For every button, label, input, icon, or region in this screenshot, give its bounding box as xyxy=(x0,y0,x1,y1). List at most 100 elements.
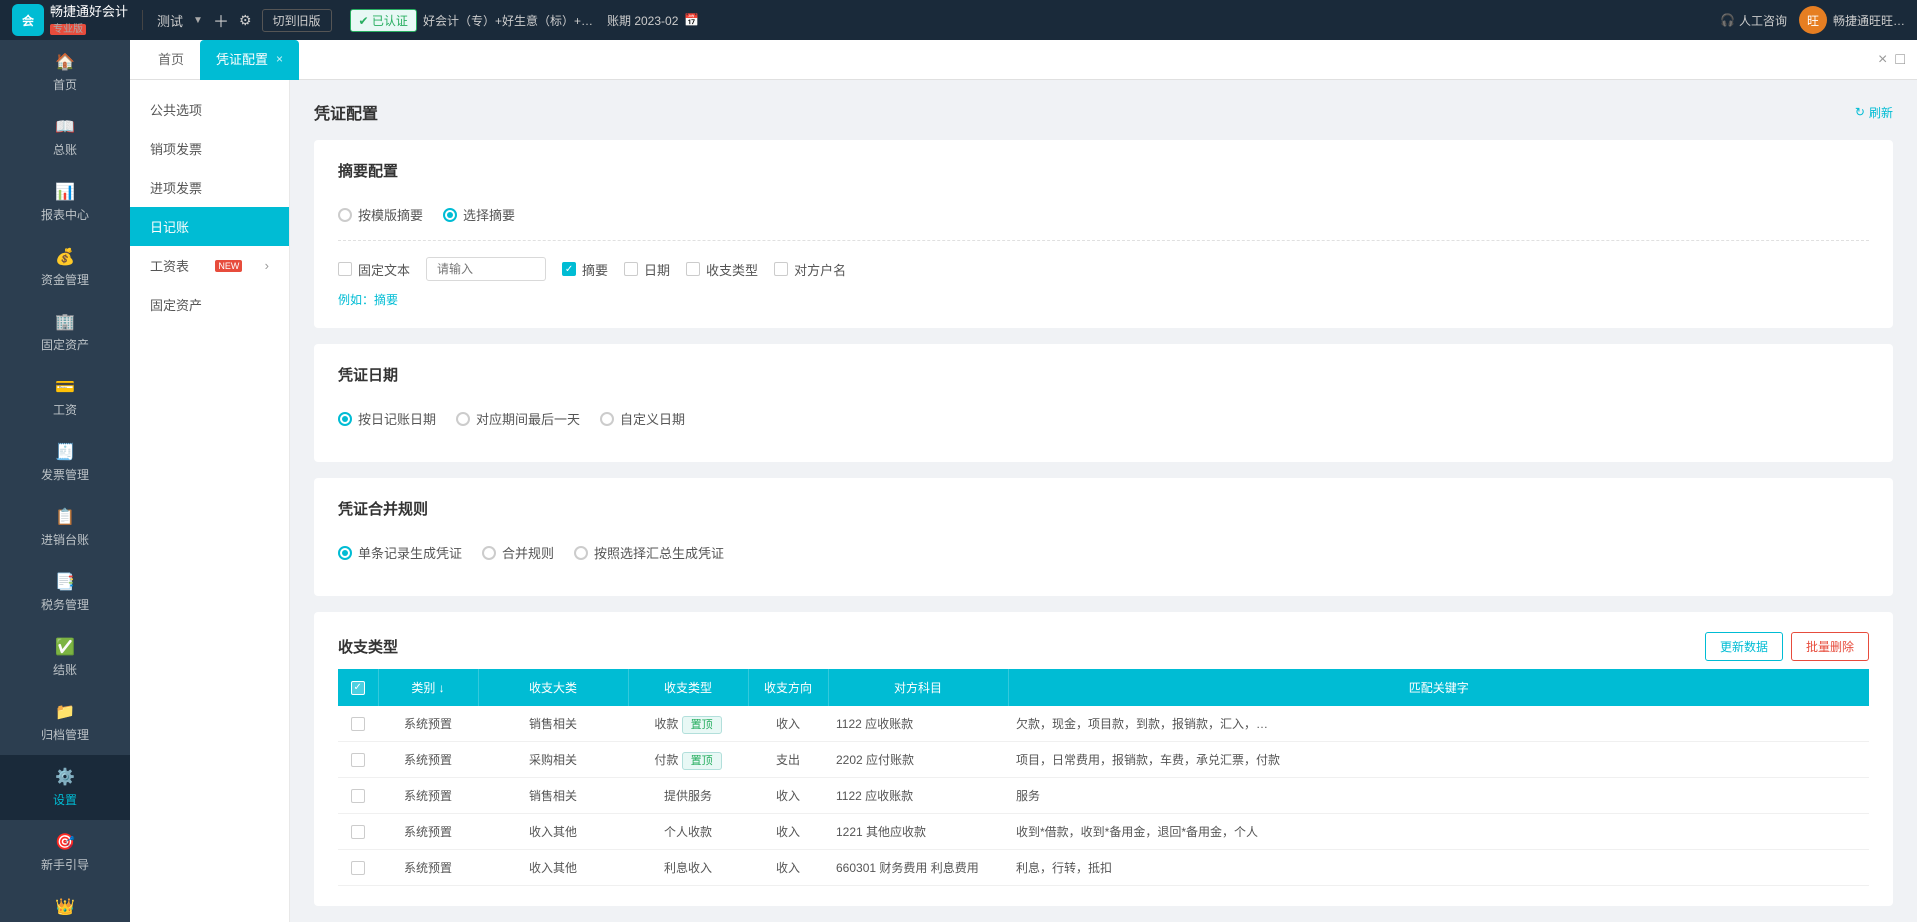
th-select-all[interactable]: ✓ xyxy=(338,669,378,706)
checkbox-box-date xyxy=(624,262,638,276)
radio-circle xyxy=(338,208,352,222)
radio-circle-checked xyxy=(443,208,457,222)
sidebar-item-settings[interactable]: ⚙️ 设置 xyxy=(0,755,130,820)
checkbox-fixed-text[interactable]: 固定文本 xyxy=(338,260,410,279)
tab-close-icon[interactable]: × xyxy=(276,52,283,66)
radio-circle-merge xyxy=(482,546,496,560)
row-main-type-1: 采购相关 xyxy=(478,742,628,778)
clipboard-icon: 📋 xyxy=(55,507,75,527)
row-main-type-4: 收入其他 xyxy=(478,850,628,886)
row-main-type-0: 销售相关 xyxy=(478,706,628,742)
row-checkbox-1[interactable] xyxy=(338,742,378,778)
left-nav: 公共选项 销项发票 进项发票 日记账 工资表 NEW › 固定资产 xyxy=(130,80,290,922)
sidebar-item-salary[interactable]: 💳 工资 xyxy=(0,365,130,430)
tab-voucher-config[interactable]: 凭证配置 × xyxy=(200,40,299,80)
building-icon: 🏢 xyxy=(55,312,75,332)
topbar-right: 🎧 人工咨询 旺 畅捷通旺旺… xyxy=(1720,6,1905,34)
reset-tag-1[interactable]: 置顶 xyxy=(682,752,722,770)
sidebar-item-home[interactable]: 🏠 首页 xyxy=(0,40,130,105)
checkbox-4[interactable] xyxy=(351,861,365,875)
sidebar-item-guide[interactable]: 🎯 新手引导 xyxy=(0,820,130,885)
row-direction-4: 收入 xyxy=(748,850,828,886)
sidebar-item-ledger[interactable]: 📖 总账 xyxy=(0,105,130,170)
refresh-button[interactable]: ↻ 刷新 xyxy=(1855,104,1893,121)
calendar-icon[interactable]: 📅 xyxy=(684,13,699,27)
checkbox-income-type[interactable]: 收支类型 xyxy=(686,260,758,279)
row-category-0: 系统预置 xyxy=(378,706,478,742)
table-header-row: 收支类型 更新数据 批量删除 xyxy=(338,632,1869,661)
select-all-checkbox[interactable]: ✓ xyxy=(351,681,365,695)
sidebar-item-assets[interactable]: 🏢 固定资产 xyxy=(0,300,130,365)
checkbox-summary[interactable]: ✓ 摘要 xyxy=(562,260,608,279)
sidebar-item-purchase[interactable]: 📋 进销台账 xyxy=(0,495,130,560)
radio-period-last-day[interactable]: 对应期间最后一天 xyxy=(456,409,580,428)
checkbox-row: 固定文本 ✓ 摘要 日期 收支类型 xyxy=(338,257,1869,281)
left-nav-item-sales-invoice[interactable]: 销项发票 xyxy=(130,129,289,168)
page-content: 公共选项 销项发票 进项发票 日记账 工资表 NEW › 固定资产 xyxy=(130,80,1917,922)
left-nav-item-payroll[interactable]: 工资表 NEW › xyxy=(130,246,289,285)
checkbox-2[interactable] xyxy=(351,789,365,803)
tab-home[interactable]: 首页 xyxy=(142,40,200,80)
checkbox-date[interactable]: 日期 xyxy=(624,260,670,279)
radio-merge-rule[interactable]: 合并规则 xyxy=(482,543,554,562)
table-row: 系统预置 采购相关 付款 置顶 支出 2202 应付账款 项目，日常费用，报销款… xyxy=(338,742,1869,778)
dropdown-icon[interactable]: ▼ xyxy=(193,15,203,26)
checkbox-0[interactable] xyxy=(351,717,365,731)
radio-template-summary[interactable]: 按模版摘要 xyxy=(338,205,423,224)
help-button[interactable]: 🎧 人工咨询 xyxy=(1720,12,1787,29)
table-row: 系统预置 收入其他 利息收入 收入 660301 财务费用 利息费用 利息，行转… xyxy=(338,850,1869,886)
checkbox-counterpart[interactable]: 对方户名 xyxy=(774,260,846,279)
row-direction-2: 收入 xyxy=(748,778,828,814)
card-icon: 💳 xyxy=(55,377,75,397)
merge-rules-radio-group: 单条记录生成凭证 合并规则 按照选择汇总生成凭证 xyxy=(338,543,1869,562)
sidebar-item-finance[interactable]: 💰 资金管理 xyxy=(0,235,130,300)
left-nav-item-journal[interactable]: 日记账 xyxy=(130,207,289,246)
radio-aggregate[interactable]: 按照选择汇总生成凭证 xyxy=(574,543,724,562)
left-nav-item-public[interactable]: 公共选项 xyxy=(130,90,289,129)
row-main-type-2: 销售相关 xyxy=(478,778,628,814)
user-area: 旺 畅捷通旺旺… xyxy=(1799,6,1905,34)
radio-journal-date[interactable]: 按日记账日期 xyxy=(338,409,436,428)
radio-single-record[interactable]: 单条记录生成凭证 xyxy=(338,543,462,562)
row-account-3: 1221 其他应收款 xyxy=(828,814,1008,850)
checkbox-box-counterpart xyxy=(774,262,788,276)
row-direction-3: 收入 xyxy=(748,814,828,850)
switch-version-button[interactable]: 切到旧版 xyxy=(262,9,332,32)
update-data-button[interactable]: 更新数据 xyxy=(1705,632,1783,661)
chart-icon: 📊 xyxy=(55,182,75,202)
settings-icon[interactable]: ⚙ xyxy=(239,12,252,29)
row-checkbox-4[interactable] xyxy=(338,850,378,886)
row-keywords-0: 欠款，现金，项目款，到款，报销款，汇入，… xyxy=(1008,706,1869,742)
radio-custom-date[interactable]: 自定义日期 xyxy=(600,409,685,428)
page-header: 凭证配置 ↻ 刷新 xyxy=(314,100,1893,124)
add-icon[interactable]: ＋ xyxy=(213,8,229,32)
row-checkbox-2[interactable] xyxy=(338,778,378,814)
logo: 会 畅捷通好会计 专业版 xyxy=(12,4,128,36)
minimize-button[interactable]: × xyxy=(1878,51,1887,69)
reset-tag-0[interactable]: 置顶 xyxy=(682,716,722,734)
sidebar-item-vip[interactable]: 👑 畅会员 xyxy=(0,885,130,922)
page-title: 凭证配置 xyxy=(314,100,378,124)
sidebar-item-invoice[interactable]: 🧾 发票管理 xyxy=(0,430,130,495)
radio-select-summary[interactable]: 选择摘要 xyxy=(443,205,515,224)
sidebar-item-reports[interactable]: 📊 报表中心 xyxy=(0,170,130,235)
product-tags: 好会计（专）+好生意（标）+… xyxy=(423,12,593,29)
row-checkbox-0[interactable] xyxy=(338,706,378,742)
fixed-text-input[interactable] xyxy=(426,257,546,281)
avatar: 旺 xyxy=(1799,6,1827,34)
row-checkbox-3[interactable] xyxy=(338,814,378,850)
left-nav-item-fixed-assets[interactable]: 固定资产 xyxy=(130,285,289,324)
sidebar-item-archive[interactable]: 📁 归档管理 xyxy=(0,690,130,755)
checkbox-1[interactable] xyxy=(351,753,365,767)
row-account-0: 1122 应收账款 xyxy=(828,706,1008,742)
tax-icon: 📑 xyxy=(55,572,75,592)
sidebar-item-tax[interactable]: 📑 税务管理 xyxy=(0,560,130,625)
batch-delete-button[interactable]: 批量删除 xyxy=(1791,632,1869,661)
headset-icon: 🎧 xyxy=(1720,13,1735,27)
th-keyword: 匹配关键字 xyxy=(1008,669,1869,706)
check-icon: ✅ xyxy=(55,637,75,657)
maximize-button[interactable]: □ xyxy=(1895,51,1905,69)
checkbox-3[interactable] xyxy=(351,825,365,839)
left-nav-item-purchase-invoice[interactable]: 进项发票 xyxy=(130,168,289,207)
sidebar-item-close[interactable]: ✅ 结账 xyxy=(0,625,130,690)
